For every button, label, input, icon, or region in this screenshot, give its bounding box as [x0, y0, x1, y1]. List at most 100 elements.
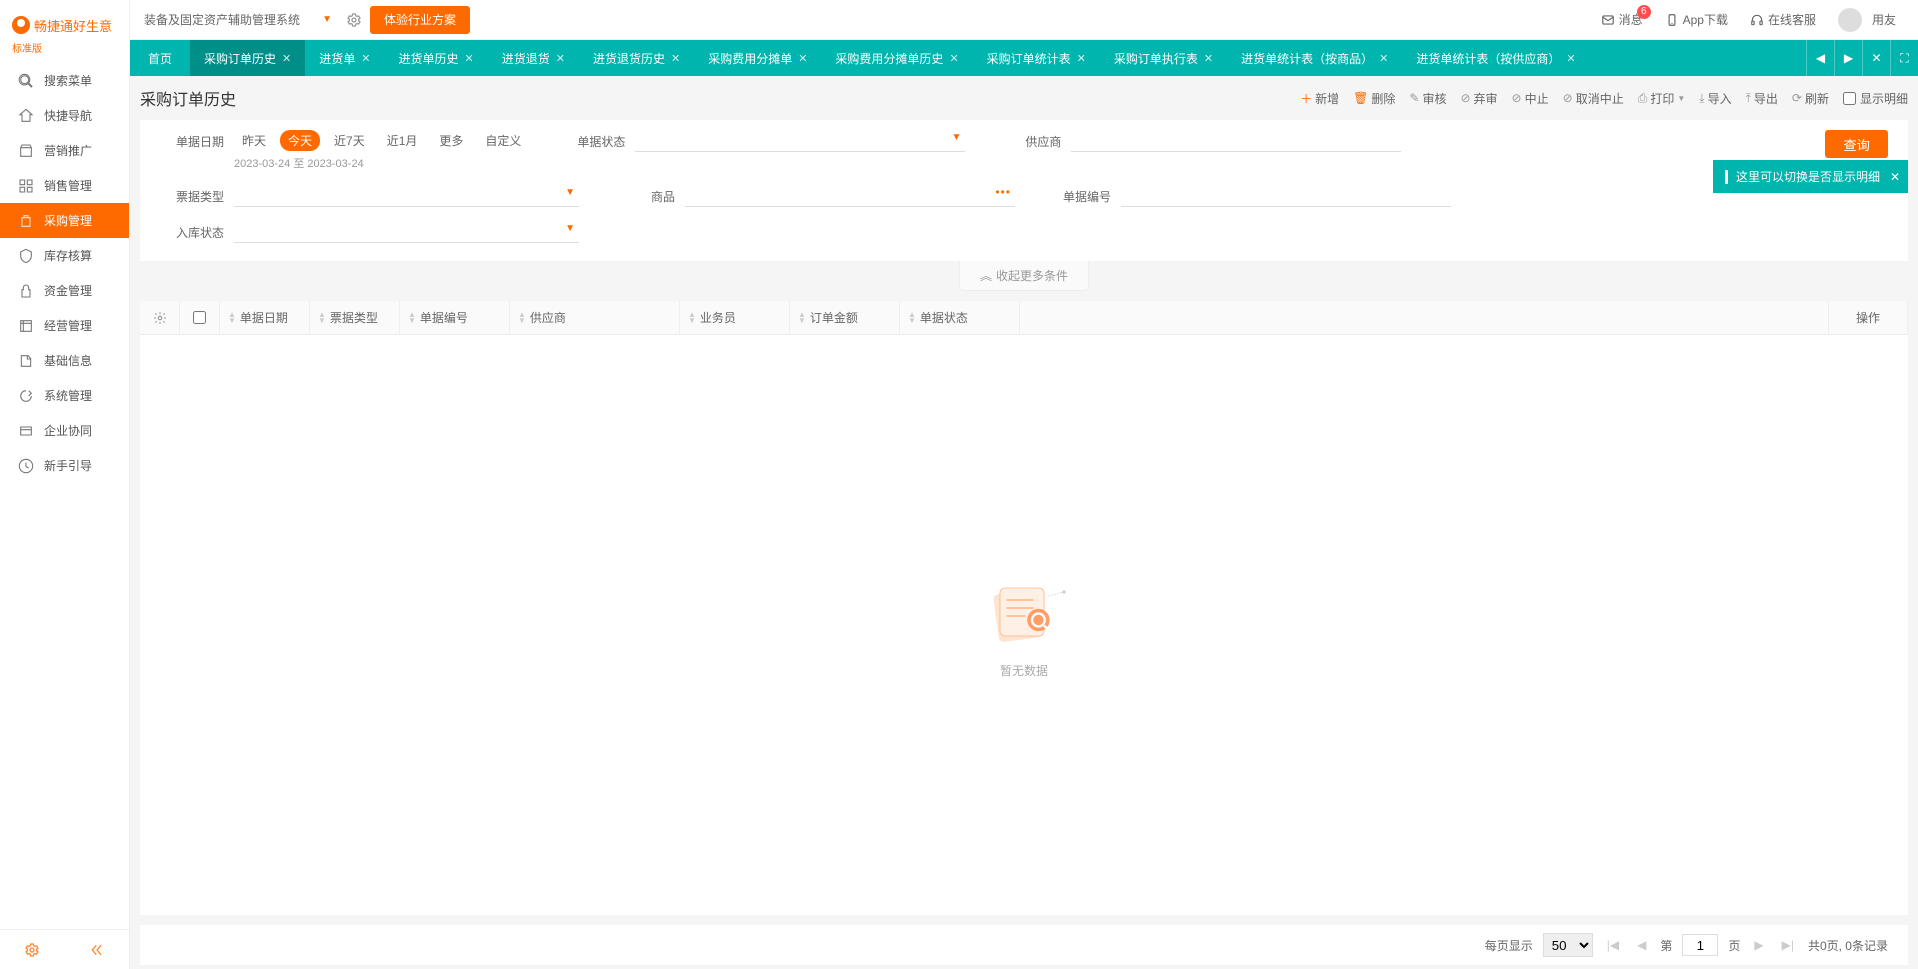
tip-close-icon[interactable]: ✕: [1890, 170, 1900, 184]
table-column-header[interactable]: ▲▼单据状态: [900, 301, 1020, 334]
tab[interactable]: 进货单统计表（按供应商）✕: [1402, 40, 1589, 76]
tab-close-icon[interactable]: ✕: [1566, 52, 1575, 65]
status-input[interactable]: [635, 130, 965, 152]
gear-icon[interactable]: [346, 12, 362, 28]
select-all-checkbox[interactable]: [180, 301, 220, 334]
collapse-filters-button[interactable]: ︽ 收起更多条件: [959, 261, 1089, 291]
tab[interactable]: 进货退货历史✕: [579, 40, 694, 76]
table-settings-icon[interactable]: [140, 301, 180, 334]
delete-button[interactable]: 🗑删除: [1353, 90, 1395, 107]
tab[interactable]: 采购订单统计表 ✕: [973, 40, 1100, 76]
tab[interactable]: 采购费用分摊单历史✕: [821, 40, 972, 76]
import-button[interactable]: ⤓导入: [1699, 90, 1731, 107]
chevron-down-icon[interactable]: ▼: [565, 223, 575, 234]
show-detail-toggle[interactable]: 显示明细: [1843, 90, 1908, 107]
tab-label: 采购订单统计表: [987, 50, 1071, 67]
tab[interactable]: 进货单统计表（按商品）✕: [1227, 40, 1402, 76]
sidebar-item[interactable]: 采购管理: [0, 203, 129, 238]
date-quick-option[interactable]: 今天: [280, 130, 320, 151]
date-quick-option[interactable]: 近1月: [379, 130, 426, 151]
sidebar-item[interactable]: 销售管理: [0, 168, 129, 203]
tab-close-icon[interactable]: ✕: [671, 52, 680, 65]
page-size-select[interactable]: 50: [1543, 933, 1593, 957]
cancel-stop-button[interactable]: ⊘取消中止: [1563, 90, 1624, 107]
tab-close-icon[interactable]: ✕: [798, 52, 807, 65]
sidebar-item[interactable]: 企业协同: [0, 413, 129, 448]
sidebar-item[interactable]: 基础信息: [0, 343, 129, 378]
tab-close-icon[interactable]: ✕: [282, 52, 291, 65]
sidebar-item[interactable]: 营销推广: [0, 133, 129, 168]
app-download-link[interactable]: App下载: [1665, 11, 1728, 28]
refresh-button[interactable]: ⟳刷新: [1792, 90, 1829, 107]
table-column-header[interactable]: ▲▼票据类型: [310, 301, 400, 334]
tab-close-icon[interactable]: ✕: [361, 52, 370, 65]
prev-page-button[interactable]: ◀: [1633, 938, 1650, 952]
tab[interactable]: 采购订单执行表✕: [1100, 40, 1227, 76]
sidebar-item[interactable]: 资金管理: [0, 273, 129, 308]
tab-close-icon[interactable]: ✕: [949, 52, 958, 65]
next-page-button[interactable]: ▶: [1750, 938, 1767, 952]
tab-scroll-left[interactable]: ◀: [1806, 40, 1834, 76]
add-button[interactable]: ＋新增: [1300, 90, 1339, 107]
tab-close-icon[interactable]: ✕: [1204, 52, 1213, 65]
tab[interactable]: 采购订单历史✕: [190, 40, 305, 76]
table-column-header[interactable]: ▲▼单据编号: [400, 301, 510, 334]
data-table: ▲▼单据日期▲▼票据类型▲▼单据编号▲▼供应商▲▼业务员▲▼订单金额▲▼单据状态…: [140, 301, 1908, 915]
stop-button[interactable]: ⊘中止: [1512, 90, 1549, 107]
settings-icon[interactable]: [24, 942, 40, 958]
sidebar-item[interactable]: 快捷导航: [0, 98, 129, 133]
query-button[interactable]: 查询: [1825, 130, 1888, 158]
goods-input[interactable]: [685, 185, 1015, 207]
ellipsis-icon[interactable]: •••: [995, 185, 1011, 199]
user-menu[interactable]: 用友: [1838, 8, 1896, 32]
sidebar-item[interactable]: 搜索菜单: [0, 63, 129, 98]
tab-close-all[interactable]: ✕: [1862, 40, 1890, 76]
tab-scroll-right[interactable]: ▶: [1834, 40, 1862, 76]
messages-link[interactable]: 消息 6: [1601, 11, 1643, 28]
sidebar-item[interactable]: 库存核算: [0, 238, 129, 273]
online-service-link[interactable]: 在线客服: [1750, 11, 1816, 28]
date-label: 单据日期: [168, 130, 224, 150]
tab-label: 首页: [148, 50, 172, 67]
tab[interactable]: 进货单历史✕: [384, 40, 487, 76]
instock-input[interactable]: [234, 221, 579, 243]
business-select[interactable]: 装备及固定资产辅助管理系统 ▼: [138, 7, 338, 33]
table-column-header[interactable]: ▲▼订单金额: [790, 301, 900, 334]
tab[interactable]: 进货退货✕: [488, 40, 579, 76]
page-number-input[interactable]: [1682, 934, 1718, 956]
chevron-down-icon[interactable]: ▼: [952, 132, 962, 143]
discard-button[interactable]: ⊘弃审: [1460, 90, 1497, 107]
audit-button[interactable]: ✎审核: [1409, 90, 1446, 107]
tab-close-icon[interactable]: ✕: [1077, 52, 1086, 65]
tab-close-icon[interactable]: ✕: [1379, 52, 1388, 65]
last-page-button[interactable]: ▶|: [1778, 938, 1798, 952]
billno-input[interactable]: [1121, 185, 1451, 207]
export-button[interactable]: ⤒导出: [1746, 90, 1778, 107]
sidebar-item[interactable]: 经营管理: [0, 308, 129, 343]
tab[interactable]: 首页: [130, 40, 190, 76]
date-quick-option[interactable]: 昨天: [234, 130, 274, 151]
tab[interactable]: 采购费用分摊单✕: [694, 40, 821, 76]
first-page-button[interactable]: |◀: [1603, 938, 1623, 952]
table-column-header[interactable]: ▲▼供应商: [510, 301, 680, 334]
tab-fullscreen[interactable]: ⛶: [1890, 40, 1918, 76]
brand-edition: 标准版: [0, 40, 129, 55]
date-quick-option[interactable]: 近7天: [326, 130, 373, 151]
show-detail-checkbox[interactable]: [1843, 92, 1856, 105]
table-column-header[interactable]: ▲▼业务员: [680, 301, 790, 334]
tab-close-icon[interactable]: ✕: [465, 52, 474, 65]
supplier-input[interactable]: [1071, 130, 1401, 152]
chevron-down-icon[interactable]: ▼: [565, 187, 575, 198]
date-quick-option[interactable]: 自定义: [477, 130, 529, 151]
tab[interactable]: 进货单✕: [305, 40, 384, 76]
table-column-header[interactable]: ▲▼单据日期: [220, 301, 310, 334]
sidebar-item[interactable]: 新手引导: [0, 448, 129, 483]
print-button[interactable]: ⎙打印▼: [1638, 90, 1686, 107]
sidebar-item[interactable]: 系统管理: [0, 378, 129, 413]
type-input[interactable]: [234, 185, 579, 207]
collapse-sidebar-icon[interactable]: [89, 942, 105, 958]
tab-close-icon[interactable]: ✕: [556, 52, 565, 65]
try-industry-button[interactable]: 体验行业方案: [370, 6, 470, 34]
date-quick-option[interactable]: 更多: [431, 130, 471, 151]
phone-icon: [1665, 13, 1679, 27]
